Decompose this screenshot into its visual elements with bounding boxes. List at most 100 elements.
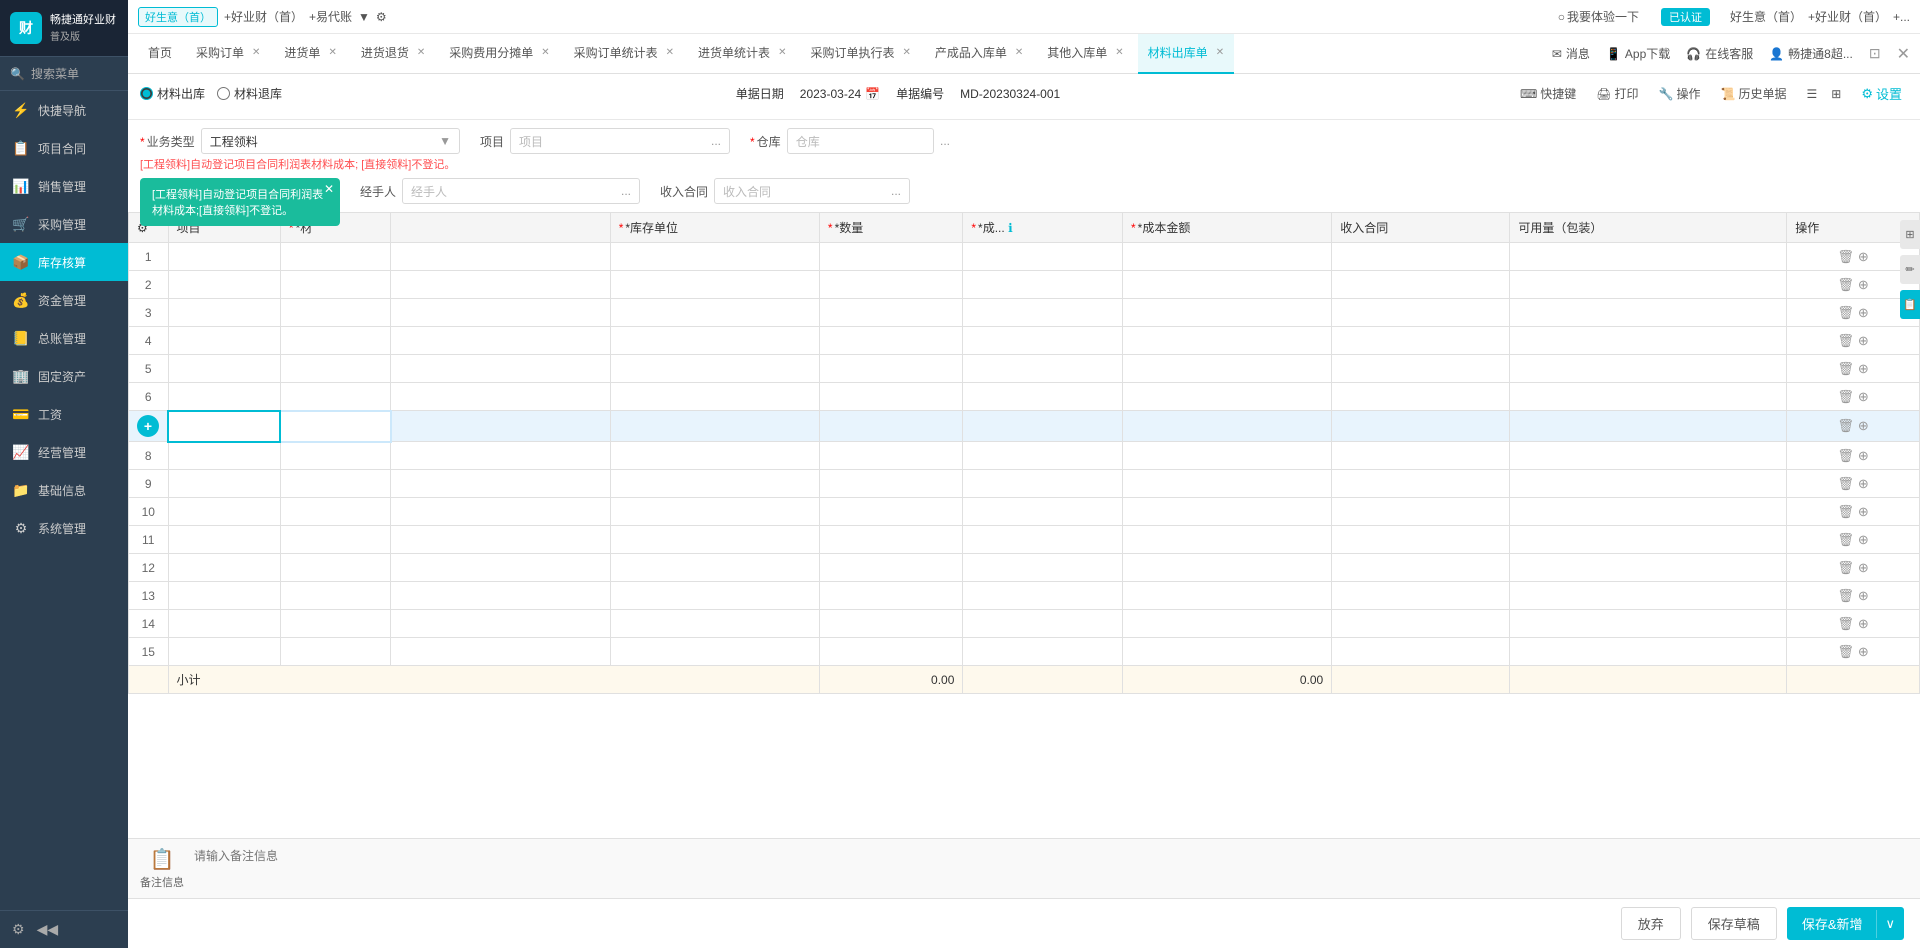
row1-unit[interactable] bbox=[610, 243, 819, 271]
print-btn[interactable]: 🖨 打印 bbox=[1590, 83, 1644, 104]
form-settings-btn[interactable]: ⚙ 设置 bbox=[1855, 82, 1908, 105]
save-draft-btn[interactable]: 保存草稿 bbox=[1691, 907, 1777, 940]
tooltip-close-btn[interactable]: ✕ bbox=[324, 182, 334, 196]
sidebar-collapse-btn[interactable]: ◀◀ bbox=[37, 921, 59, 938]
delete-row2-btn[interactable]: 🗑 bbox=[1837, 277, 1854, 293]
delete-row4-btn[interactable]: 🗑 bbox=[1837, 333, 1854, 349]
copy-row5-btn[interactable]: ⊕ bbox=[1858, 361, 1869, 377]
row1-available[interactable] bbox=[1510, 243, 1787, 271]
close-tab-inbound[interactable]: ✕ bbox=[328, 47, 336, 58]
delete-row3-btn[interactable]: 🗑 bbox=[1837, 305, 1854, 321]
row1-cost-amount[interactable] bbox=[1123, 243, 1332, 271]
save-new-arrow-btn[interactable]: ∨ bbox=[1876, 910, 1903, 938]
delete-row14-btn[interactable]: 🗑 bbox=[1837, 616, 1854, 632]
radio-material-out[interactable]: 材料出库 bbox=[140, 85, 205, 102]
online-service-btn[interactable]: 🎧 在线客服 bbox=[1686, 45, 1753, 62]
sidebar-item-finance[interactable]: 💰 资金管理 bbox=[0, 281, 128, 319]
close-tab-material-out[interactable]: ✕ bbox=[1216, 47, 1224, 58]
close-tab-purchase-exec[interactable]: ✕ bbox=[902, 47, 910, 58]
header-good-finance[interactable]: +好业财（首） bbox=[1808, 8, 1887, 25]
delete-row15-btn[interactable]: 🗑 bbox=[1837, 644, 1854, 660]
tab-inbound[interactable]: 进货单✕ bbox=[274, 34, 346, 74]
tag-easy-agent[interactable]: +易代账 bbox=[309, 8, 352, 25]
tab-home[interactable]: 首页 bbox=[138, 34, 182, 74]
copy-row14-btn[interactable]: ⊕ bbox=[1858, 616, 1869, 632]
minimize-icon[interactable]: ⊡ bbox=[1869, 45, 1881, 62]
delete-row1-btn[interactable]: 🗑 bbox=[1837, 249, 1854, 265]
copy-row4-btn[interactable]: ⊕ bbox=[1858, 333, 1869, 349]
sidebar-item-purchase[interactable]: 🛒 采购管理 bbox=[0, 205, 128, 243]
copy-row13-btn[interactable]: ⊕ bbox=[1858, 588, 1869, 604]
tab-product-inbound[interactable]: 产成品入库单✕ bbox=[925, 34, 1033, 74]
delete-row9-btn[interactable]: 🗑 bbox=[1837, 476, 1854, 492]
income-contract-input[interactable]: 收入合同 ... bbox=[714, 178, 910, 204]
history-btn[interactable]: 📜 历史单据 bbox=[1715, 83, 1793, 104]
row1-project[interactable] bbox=[168, 243, 280, 271]
project-dots[interactable]: ... bbox=[711, 134, 721, 148]
warehouse-input[interactable]: 仓库 bbox=[787, 128, 934, 154]
sidebar-item-basics[interactable]: 📁 基础信息 bbox=[0, 471, 128, 509]
experience-btn[interactable]: ○ 我要体验一下 bbox=[1558, 8, 1639, 25]
header-more[interactable]: +... bbox=[1893, 10, 1910, 24]
sidebar-item-system[interactable]: ⚙ 系统管理 bbox=[0, 509, 128, 547]
tag-good-business[interactable]: 好生意（首） bbox=[138, 7, 218, 27]
copy-row7-btn[interactable]: ⊕ bbox=[1858, 418, 1869, 434]
income-contract-dots[interactable]: ... bbox=[891, 184, 901, 198]
user-avatar-btn[interactable]: 👤 畅捷通8超... bbox=[1769, 45, 1853, 62]
tab-purchase-stat[interactable]: 采购订单统计表✕ bbox=[564, 34, 684, 74]
business-type-input[interactable]: 工程领料 ▼ bbox=[201, 128, 460, 154]
row1-income-contract[interactable] bbox=[1332, 243, 1510, 271]
tab-purchase-exec[interactable]: 采购订单执行表✕ bbox=[800, 34, 920, 74]
tab-inbound-stat[interactable]: 进货单统计表✕ bbox=[688, 34, 796, 74]
right-panel-btn-2[interactable]: ✏ bbox=[1900, 255, 1920, 284]
save-new-btn[interactable]: 保存&新增 bbox=[1788, 908, 1877, 939]
tab-material-out[interactable]: 材料出库单✕ bbox=[1138, 34, 1234, 74]
app-download-btn[interactable]: 📱 App下载 bbox=[1606, 45, 1670, 62]
layout-grid-btn[interactable]: ⊞ bbox=[1825, 85, 1847, 103]
radio-material-return[interactable]: 材料退库 bbox=[217, 85, 282, 102]
copy-row9-btn[interactable]: ⊕ bbox=[1858, 476, 1869, 492]
project-dots2[interactable]: ... bbox=[940, 134, 950, 148]
delete-row6-btn[interactable]: 🗑 bbox=[1837, 389, 1854, 405]
tab-inbound-return[interactable]: 进货退货✕ bbox=[351, 34, 435, 74]
delete-row5-btn[interactable]: 🗑 bbox=[1837, 361, 1854, 377]
operations-btn[interactable]: 🔧 操作 bbox=[1653, 83, 1707, 104]
copy-row1-btn[interactable]: ⊕ bbox=[1858, 249, 1869, 265]
layout-list-btn[interactable]: ☰ bbox=[1800, 85, 1823, 103]
sidebar-item-shortcut[interactable]: ⚡ 快捷导航 bbox=[0, 91, 128, 129]
handler-dots[interactable]: ... bbox=[621, 184, 631, 198]
row1-cost[interactable] bbox=[963, 243, 1123, 271]
copy-row6-btn[interactable]: ⊕ bbox=[1858, 389, 1869, 405]
info-icon[interactable]: ℹ bbox=[1008, 221, 1013, 235]
sidebar-item-assets[interactable]: 🏢 固定资产 bbox=[0, 357, 128, 395]
delete-row13-btn[interactable]: 🗑 bbox=[1837, 588, 1854, 604]
copy-row12-btn[interactable]: ⊕ bbox=[1858, 560, 1869, 576]
message-btn[interactable]: ✉ 消息 bbox=[1552, 45, 1590, 62]
project-input[interactable]: 项目 ... bbox=[510, 128, 730, 154]
expand-dropdown[interactable]: ▼ bbox=[358, 10, 370, 24]
tab-other-inbound[interactable]: 其他入库单✕ bbox=[1037, 34, 1133, 74]
gear-settings-icon[interactable]: ⚙ bbox=[376, 10, 387, 24]
right-panel-btn-3[interactable]: 📋 bbox=[1900, 290, 1920, 319]
delete-row12-btn[interactable]: 🗑 bbox=[1837, 560, 1854, 576]
close-tab-product-inbound[interactable]: ✕ bbox=[1015, 47, 1023, 58]
copy-row15-btn[interactable]: ⊕ bbox=[1858, 644, 1869, 660]
sidebar-item-sales[interactable]: 📊 销售管理 bbox=[0, 167, 128, 205]
copy-row3-btn[interactable]: ⊕ bbox=[1858, 305, 1869, 321]
right-panel-btn-1[interactable]: ⊞ bbox=[1900, 220, 1920, 249]
copy-row11-btn[interactable]: ⊕ bbox=[1858, 532, 1869, 548]
sidebar-item-project[interactable]: 📋 项目合同 bbox=[0, 129, 128, 167]
header-good-business[interactable]: 好生意（首） bbox=[1730, 8, 1802, 25]
close-tab-inbound-return[interactable]: ✕ bbox=[417, 47, 425, 58]
sidebar-item-payroll[interactable]: 💳 工资 bbox=[0, 395, 128, 433]
close-tab-purchase-fee[interactable]: ✕ bbox=[541, 47, 549, 58]
discard-btn[interactable]: 放弃 bbox=[1621, 907, 1681, 940]
close-tab-purchase-order[interactable]: ✕ bbox=[252, 47, 260, 58]
tab-purchase-fee[interactable]: 采购费用分摊单✕ bbox=[439, 34, 559, 74]
shortcut-btn[interactable]: ⌨ 快捷键 bbox=[1514, 83, 1582, 104]
delete-row8-btn[interactable]: 🗑 bbox=[1837, 448, 1854, 464]
table-container[interactable]: ⚙ 项目 *材 *库存单位 *数量 *成... ℹ *成本金额 收入合同 bbox=[128, 212, 1920, 838]
sidebar-item-inventory[interactable]: 📦 库存核算 bbox=[0, 243, 128, 281]
copy-row10-btn[interactable]: ⊕ bbox=[1858, 504, 1869, 520]
close-window-btn[interactable]: ✕ bbox=[1897, 44, 1910, 64]
